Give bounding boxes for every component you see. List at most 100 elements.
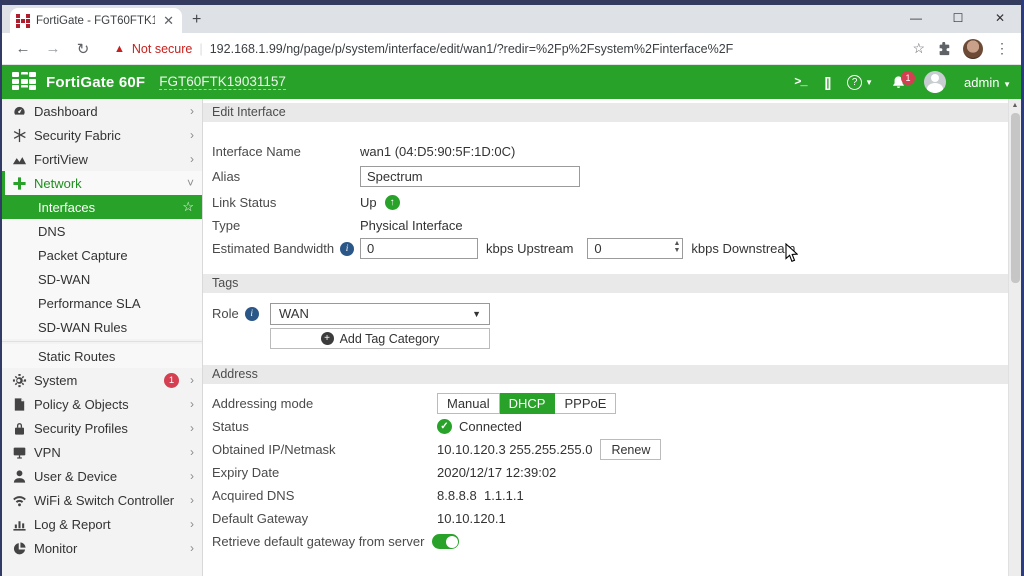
log-icon	[13, 520, 26, 531]
sidebar-item-performance-sla[interactable]: Performance SLA	[2, 291, 202, 315]
cli-console-icon[interactable]: >_	[794, 75, 807, 89]
upstream-unit-label: kbps Upstream	[486, 241, 574, 256]
page-title: Edit Interface	[203, 103, 1008, 122]
fullscreen-icon[interactable]: [ ]	[825, 74, 831, 90]
downstream-bandwidth-input[interactable]	[587, 238, 684, 259]
network-icon	[13, 176, 26, 190]
add-tag-category-button[interactable]: + Add Tag Category	[270, 328, 490, 349]
plus-icon: +	[320, 332, 334, 345]
chevron-right-icon: ›	[190, 421, 194, 435]
expiry-date-row: Expiry Date 2020/12/17 12:39:02	[203, 461, 1008, 484]
sidebar-item-label: System	[34, 372, 78, 388]
default-gateway-row: Default Gateway 10.10.120.1	[203, 507, 1008, 530]
favorite-star-icon[interactable]: ☆	[182, 199, 194, 215]
sidebar-item-log-report[interactable]: Log & Report ›	[2, 512, 202, 536]
address-bar[interactable]: ▲ Not secure | 192.168.1.99/ng/page/p/sy…	[100, 41, 908, 56]
status-row: Status ✓ Connected	[203, 415, 1008, 438]
sidebar-item-static-routes[interactable]: Static Routes	[2, 344, 202, 368]
url-text[interactable]: 192.168.1.99/ng/page/p/system/interface/…	[210, 42, 734, 56]
sidebar-item-user-device[interactable]: User & Device ›	[2, 464, 202, 488]
sidebar-item-dashboard[interactable]: Dashboard ›	[2, 99, 202, 123]
acquired-dns-label: Acquired DNS	[212, 488, 295, 503]
sidebar-item-policy-objects[interactable]: Policy & Objects ›	[2, 392, 202, 416]
addressing-mode-option-dhcp[interactable]: DHCP	[499, 393, 556, 414]
chevron-right-icon: ›	[190, 541, 194, 555]
browser-menu-icon[interactable]: ⋮	[995, 40, 1009, 57]
sidebar-item-fortiview[interactable]: FortiView ›	[2, 147, 202, 171]
sidebar-item-dns[interactable]: DNS	[2, 219, 202, 243]
warning-triangle-icon: ▲	[114, 42, 125, 55]
browser-profile-avatar[interactable]	[963, 38, 983, 59]
renew-button[interactable]: Renew	[600, 439, 662, 460]
notifications-bell-icon[interactable]: 1	[891, 70, 916, 90]
addressing-mode-option-manual[interactable]: Manual	[437, 393, 500, 414]
add-tag-row: + Add Tag Category	[203, 325, 1008, 349]
chevron-down-icon: ˅	[186, 176, 194, 190]
addressing-mode-row: Addressing mode Manual DHCP PPPoE	[203, 392, 1008, 415]
admin-avatar[interactable]	[924, 71, 947, 93]
status-label: Status	[212, 419, 249, 434]
sidebar-item-sd-wan-rules[interactable]: SD-WAN Rules	[2, 315, 202, 339]
sidebar-item-label: Security Profiles	[34, 420, 128, 436]
browser-toolbar: ← → ↻ ▲ Not secure | 192.168.1.99/ng/pag…	[2, 33, 1021, 65]
sidebar-item-vpn[interactable]: VPN ›	[2, 440, 202, 464]
sidebar-item-label: Packet Capture	[38, 247, 128, 263]
alias-input[interactable]	[360, 166, 580, 187]
help-icon[interactable]: ? ▼	[847, 74, 873, 90]
back-icon[interactable]: ←	[10, 40, 36, 57]
device-serial-link[interactable]: FGT60FTK19031157	[159, 74, 286, 90]
obtained-ip-row: Obtained IP/Netmask 10.10.120.3 255.255.…	[203, 438, 1008, 461]
sidebar-item-monitor[interactable]: Monitor ›	[2, 536, 202, 560]
bookmark-star-icon[interactable]: ☆	[912, 40, 925, 57]
retrieve-gateway-toggle[interactable]	[432, 534, 460, 549]
tab-close-icon[interactable]: ✕	[161, 14, 176, 27]
fortigate-header: FortiGate 60F FGT60FTK19031157 >_ [ ] ? ▼…	[2, 65, 1021, 99]
edit-interface-page: Edit Interface Interface Name wan1 (04:D…	[203, 99, 1021, 576]
sidebar-item-system[interactable]: System 1 ›	[2, 368, 202, 392]
estimated-bandwidth-label: Estimated Bandwidth i	[212, 241, 360, 256]
sidebar-item-security-profiles[interactable]: Security Profiles ›	[2, 416, 202, 440]
admin-menu[interactable]: admin ▼	[964, 75, 1011, 90]
info-icon[interactable]: i	[244, 306, 259, 321]
extensions-puzzle-icon[interactable]	[937, 41, 951, 56]
scroll-up-icon[interactable]: ▲	[1009, 99, 1021, 112]
spinner-arrows-icon[interactable]: ▲ ▼	[673, 240, 680, 254]
sidebar-item-label: Policy & Objects	[34, 396, 129, 412]
sidebar-item-label: Log & Report	[34, 516, 111, 532]
sidebar-item-interfaces[interactable]: Interfaces ☆	[2, 195, 202, 219]
info-icon[interactable]: i	[340, 241, 355, 256]
sidebar-item-network[interactable]: Network ˅	[2, 171, 202, 195]
content-scrollbar[interactable]: ▲ ▼	[1008, 99, 1021, 576]
not-secure-label[interactable]: Not secure	[132, 42, 192, 56]
window-minimize-button[interactable]: —	[895, 11, 937, 25]
window-maximize-button[interactable]: ☐	[937, 11, 979, 25]
alert-count-badge: 1	[164, 372, 179, 388]
window-close-button[interactable]: ✕	[979, 11, 1021, 25]
new-tab-button[interactable]: +	[192, 11, 201, 33]
reload-icon[interactable]: ↻	[70, 40, 96, 58]
obtained-ip-value: 10.10.120.3 255.255.255.0	[437, 442, 593, 457]
downstream-unit-label: kbps Downstream	[691, 241, 796, 256]
address-section-header: Address	[203, 365, 1008, 384]
browser-tab[interactable]: FortiGate - FGT60FTK19031157 ✕	[10, 8, 182, 33]
sidebar-item-packet-capture[interactable]: Packet Capture	[2, 243, 202, 267]
alias-row: Alias	[203, 165, 1008, 188]
scrollbar-thumb[interactable]	[1011, 113, 1020, 283]
addressing-mode-option-pppoe[interactable]: PPPoE	[555, 393, 617, 414]
sidebar-item-security-fabric[interactable]: Security Fabric ›	[2, 123, 202, 147]
status-value: Connected	[459, 419, 522, 434]
lock-icon	[15, 422, 24, 435]
forward-icon[interactable]: →	[40, 40, 66, 57]
notification-count-badge: 1	[901, 70, 916, 85]
upstream-bandwidth-input[interactable]	[360, 238, 478, 259]
chevron-right-icon: ›	[190, 128, 194, 142]
product-name: FortiGate 60F	[46, 73, 146, 91]
interface-name-row: Interface Name wan1 (04:D5:90:5F:1D:0C)	[203, 140, 1008, 163]
sidebar-item-sd-wan[interactable]: SD-WAN	[2, 267, 202, 291]
sidebar-item-wifi-switch-controller[interactable]: WiFi & Switch Controller ›	[2, 488, 202, 512]
sidebar-item-label: SD-WAN Rules	[38, 319, 128, 335]
role-select[interactable]: WAN ▼	[270, 302, 490, 325]
acquired-dns-row: Acquired DNS 8.8.8.8 1.1.1.1	[203, 484, 1008, 507]
chevron-right-icon: ›	[190, 104, 194, 118]
fortiview-icon	[12, 156, 27, 164]
